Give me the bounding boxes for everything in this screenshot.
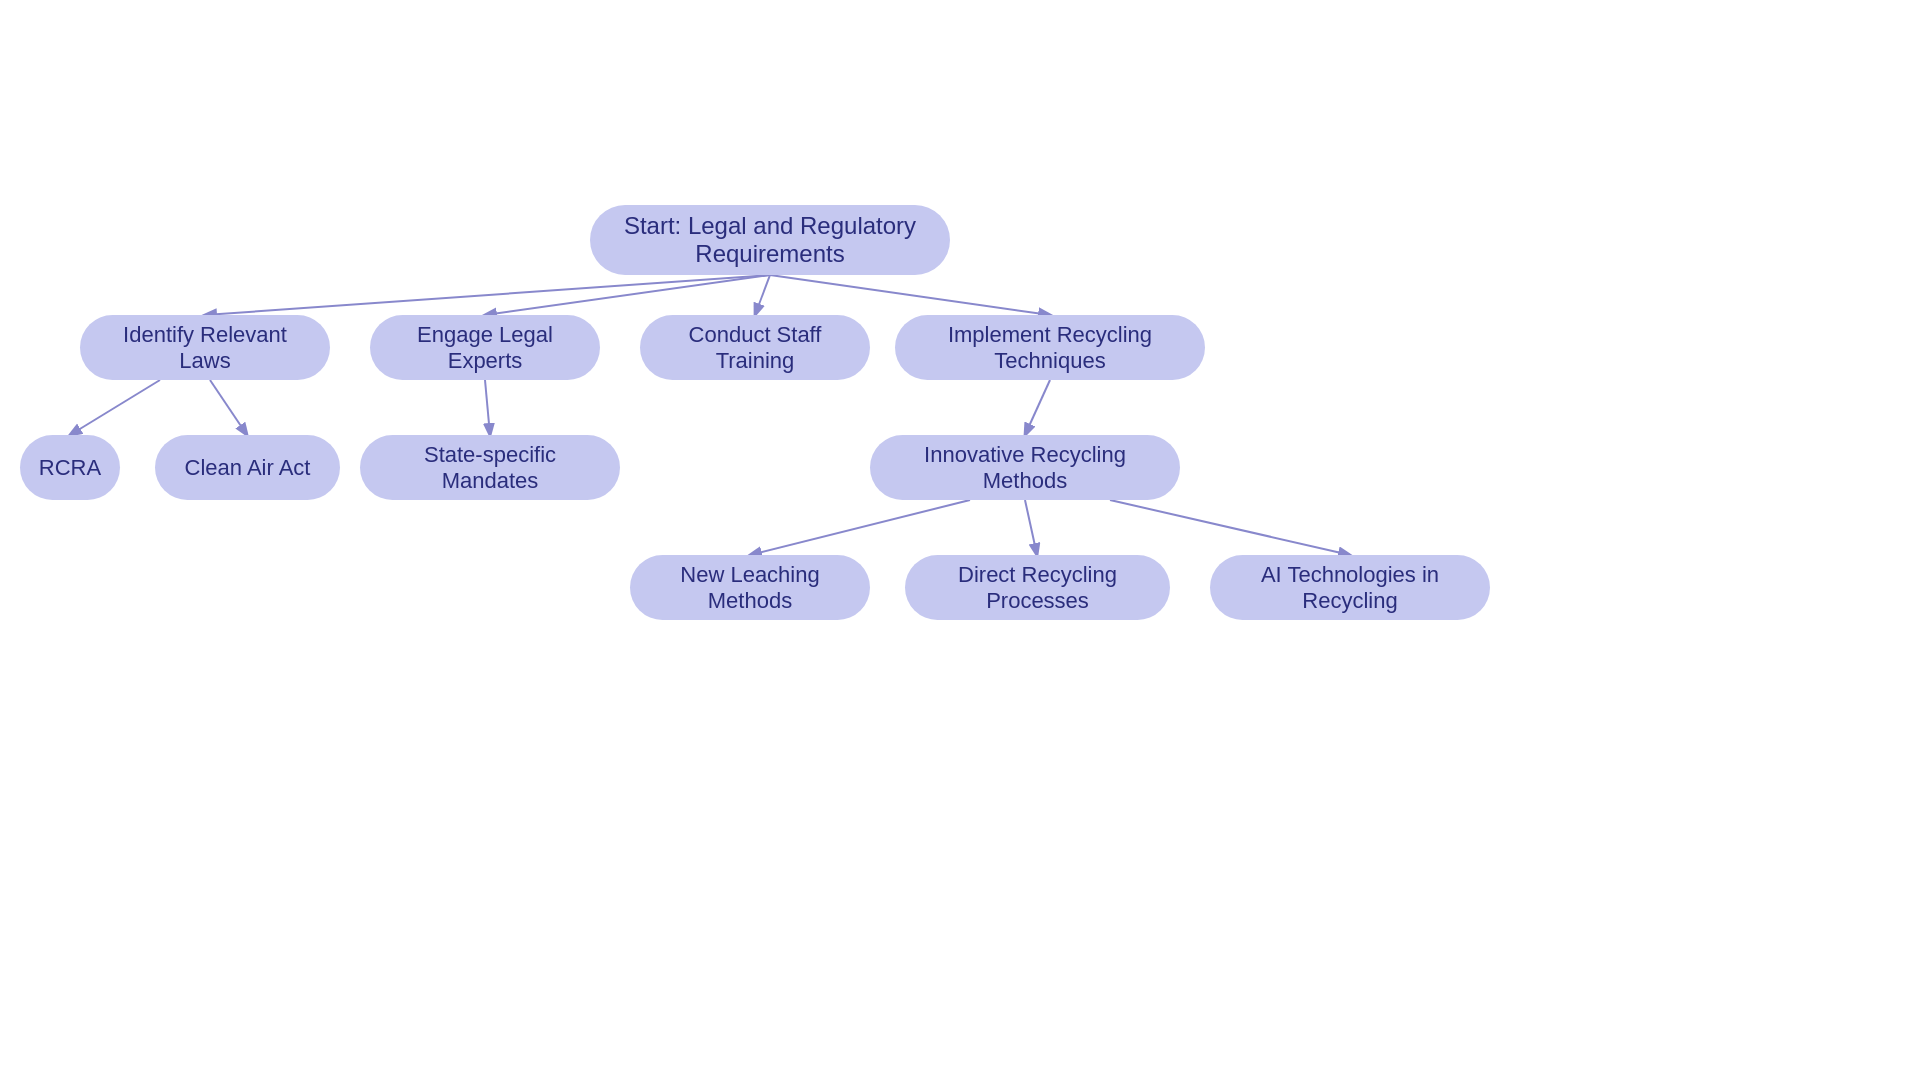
node-direct: Direct Recycling Processes — [905, 555, 1170, 620]
svg-line-1 — [485, 275, 770, 315]
svg-line-3 — [770, 275, 1050, 315]
diagram-container: Start: Legal and Regulatory Requirements… — [0, 0, 1920, 1083]
node-root: Start: Legal and Regulatory Requirements — [590, 205, 950, 275]
node-implement: Implement Recycling Techniques — [895, 315, 1205, 380]
node-identify: Identify Relevant Laws — [80, 315, 330, 380]
node-conduct: Conduct Staff Training — [640, 315, 870, 380]
node-leaching: New Leaching Methods — [630, 555, 870, 620]
svg-line-10 — [1110, 500, 1350, 555]
svg-line-0 — [205, 275, 770, 315]
svg-line-9 — [1025, 500, 1037, 555]
node-clean-air: Clean Air Act — [155, 435, 340, 500]
node-rcra: RCRA — [20, 435, 120, 500]
svg-line-2 — [755, 275, 770, 315]
node-engage: Engage Legal Experts — [370, 315, 600, 380]
svg-line-5 — [210, 380, 247, 435]
connections-svg — [0, 0, 1920, 1083]
svg-line-6 — [485, 380, 490, 435]
node-ai: AI Technologies in Recycling — [1210, 555, 1490, 620]
node-state: State-specific Mandates — [360, 435, 620, 500]
svg-line-7 — [1025, 380, 1050, 435]
node-innovative: Innovative Recycling Methods — [870, 435, 1180, 500]
svg-line-8 — [750, 500, 970, 555]
svg-line-4 — [70, 380, 160, 435]
